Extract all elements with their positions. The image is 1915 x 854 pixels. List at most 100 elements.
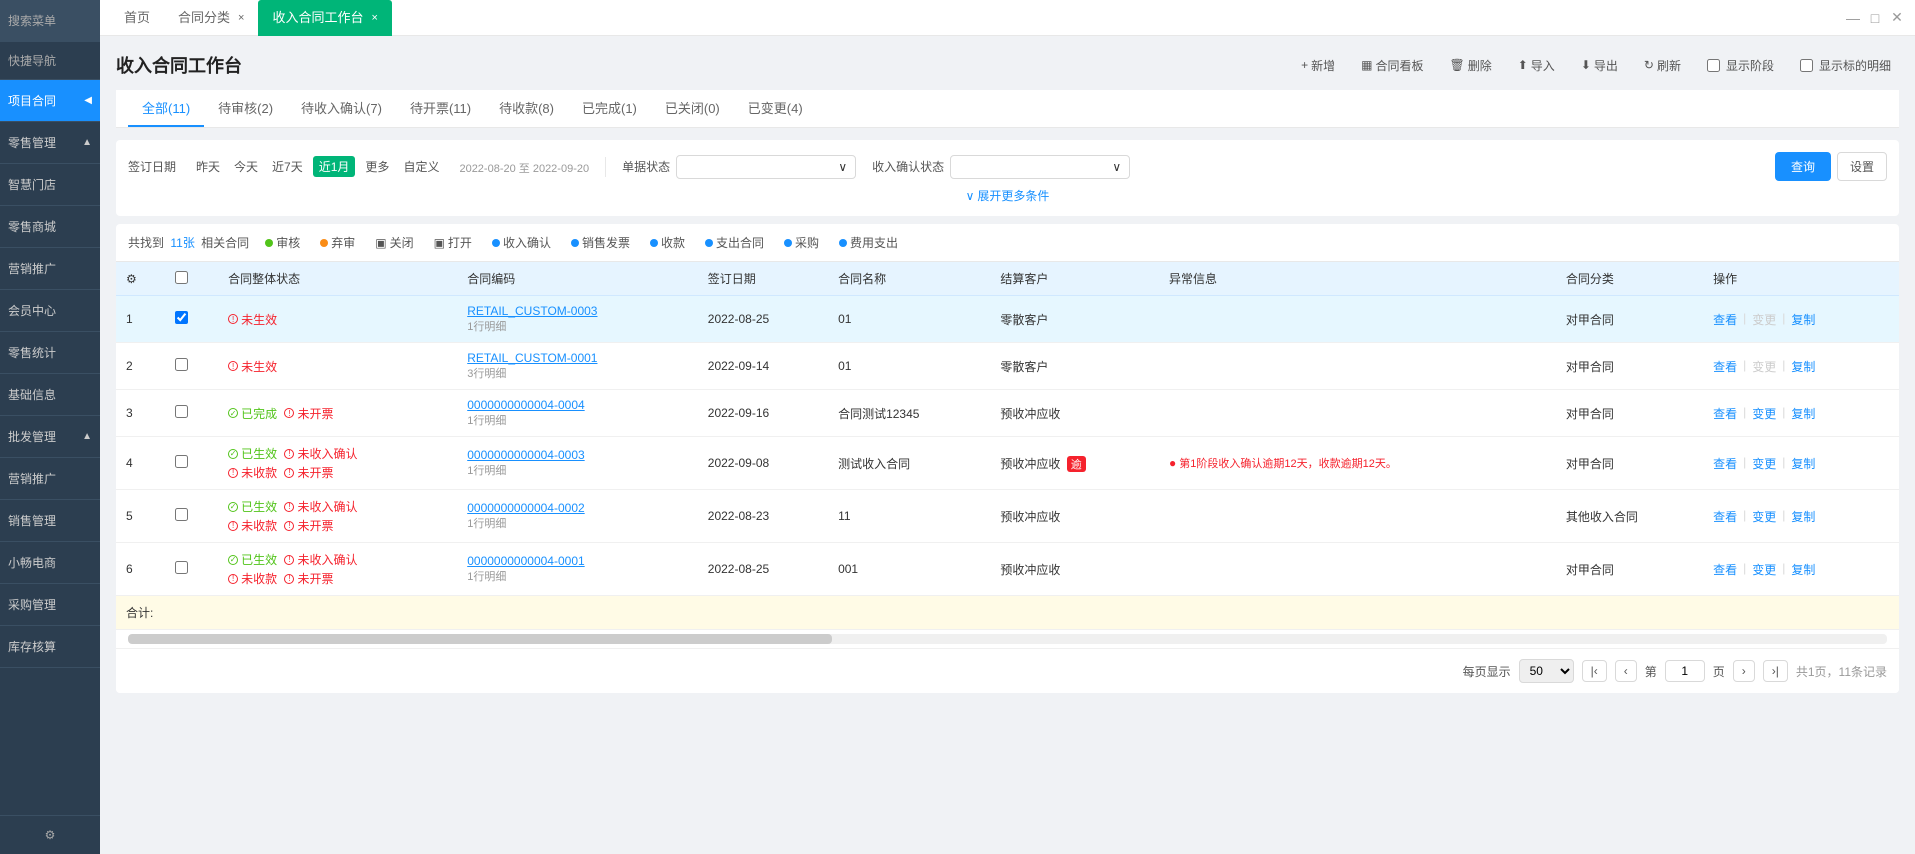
tab-close-income-contract[interactable]: × — [371, 0, 377, 36]
setting-button[interactable]: 设置 — [1837, 152, 1887, 181]
horizontal-scrollbar[interactable] — [128, 634, 1887, 644]
sidebar-item-retail-stats[interactable]: 零售统计 — [0, 332, 100, 374]
sidebar-item-project-contract[interactable]: 项目合同 ◀ — [0, 80, 100, 122]
sidebar-item-marketing2[interactable]: 营销推广 — [0, 458, 100, 500]
filter-tab-all[interactable]: 全部(11) — [128, 90, 204, 127]
row6-change[interactable]: 变更 — [1752, 561, 1776, 578]
delete-button[interactable]: 🗑 删除 — [1441, 53, 1499, 78]
export-button[interactable]: ⬇ 导出 — [1573, 53, 1626, 78]
shortcut-7days[interactable]: 近7天 — [268, 156, 307, 177]
toolbar-expense[interactable]: 费用支出 — [833, 232, 904, 253]
receipt-status-select[interactable]: ∨ — [950, 155, 1130, 179]
row4-copy[interactable]: 复制 — [1791, 455, 1815, 472]
row5-checkbox[interactable] — [165, 490, 218, 543]
show-stage-checkbox[interactable]: 显示阶段 — [1699, 53, 1782, 78]
toolbar-audit[interactable]: 审核 — [259, 232, 306, 253]
row3-change[interactable]: 变更 — [1752, 405, 1776, 422]
toolbar-sales-invoice[interactable]: 销售发票 — [565, 232, 636, 253]
row6-view[interactable]: 查看 — [1713, 561, 1737, 578]
contract-link-3[interactable]: 0000000000004-0004 — [467, 398, 584, 412]
toolbar-close[interactable]: ▣ 关闭 — [369, 232, 419, 253]
row6-checkbox[interactable] — [165, 543, 218, 596]
page-input[interactable] — [1665, 660, 1705, 682]
shortcut-more[interactable]: 更多 — [361, 156, 393, 177]
prev-page-button[interactable]: ‹ — [1615, 660, 1637, 682]
sidebar-item-inventory[interactable]: 库存核算 — [0, 626, 100, 668]
first-page-button[interactable]: |‹ — [1582, 660, 1607, 682]
toolbar-purchase[interactable]: 采购 — [778, 232, 825, 253]
col-settings[interactable]: ⚙ — [116, 262, 165, 296]
per-page-select[interactable]: 50 10 20 100 — [1519, 659, 1574, 683]
minimize-button[interactable]: — — [1845, 10, 1861, 26]
row1-checkbox[interactable] — [165, 296, 218, 343]
filter-tab-completed[interactable]: 已完成(1) — [568, 90, 651, 127]
sidebar-item-purchase[interactable]: 采购管理 — [0, 584, 100, 626]
sidebar-item-basic-info[interactable]: 基础信息 — [0, 374, 100, 416]
sidebar-item-wholesale[interactable]: 批发管理 ▲ — [0, 416, 100, 458]
query-button[interactable]: 查询 — [1775, 152, 1831, 181]
expand-button[interactable]: ∨ 展开更多条件 — [966, 187, 1050, 204]
sidebar-search[interactable]: 搜索菜单 — [0, 0, 100, 42]
row1-change[interactable]: 变更 — [1752, 311, 1776, 328]
sidebar-nav[interactable]: 快捷导航 — [0, 42, 100, 80]
tab-contract-category[interactable]: 合同分类 × — [164, 0, 258, 36]
filter-tab-pending-review[interactable]: 待审核(2) — [204, 90, 287, 127]
toolbar-abandon-audit[interactable]: 弃审 — [314, 232, 361, 253]
last-page-button[interactable]: ›| — [1763, 660, 1788, 682]
row1-view[interactable]: 查看 — [1713, 311, 1737, 328]
toolbar-open[interactable]: ▣ 打开 — [428, 232, 478, 253]
toolbar-expenditure-contract[interactable]: 支出合同 — [699, 232, 770, 253]
toolbar-collection[interactable]: 收款 — [644, 232, 691, 253]
row4-view[interactable]: 查看 — [1713, 455, 1737, 472]
sidebar-item-member[interactable]: 会员中心 — [0, 290, 100, 332]
sidebar-item-retail-mgmt[interactable]: 零售管理 ▲ — [0, 122, 100, 164]
row5-copy[interactable]: 复制 — [1791, 508, 1815, 525]
shortcut-1month[interactable]: 近1月 — [313, 156, 356, 177]
row2-checkbox[interactable] — [165, 343, 218, 390]
row3-checkbox[interactable] — [165, 390, 218, 437]
sidebar-item-sales[interactable]: 销售管理 — [0, 500, 100, 542]
row5-view[interactable]: 查看 — [1713, 508, 1737, 525]
filter-tab-pending-confirm[interactable]: 待收入确认(7) — [287, 90, 396, 127]
row2-copy[interactable]: 复制 — [1791, 358, 1815, 375]
shortcut-yesterday[interactable]: 昨天 — [192, 156, 224, 177]
tab-close-contract-category[interactable]: × — [238, 0, 244, 36]
sidebar-item-retail-mall[interactable]: 零售商城 — [0, 206, 100, 248]
next-page-button[interactable]: › — [1733, 660, 1755, 682]
add-button[interactable]: + 新增 — [1293, 53, 1343, 78]
row6-copy[interactable]: 复制 — [1791, 561, 1815, 578]
row3-view[interactable]: 查看 — [1713, 405, 1737, 422]
row3-copy[interactable]: 复制 — [1791, 405, 1815, 422]
sidebar-item-marketing[interactable]: 营销推广 — [0, 248, 100, 290]
filter-tab-changed[interactable]: 已变更(4) — [734, 90, 817, 127]
col-checkbox[interactable] — [165, 262, 218, 296]
maximize-button[interactable]: □ — [1867, 10, 1883, 26]
filter-tab-closed[interactable]: 已关闭(0) — [651, 90, 734, 127]
row2-change[interactable]: 变更 — [1752, 358, 1776, 375]
tab-home[interactable]: 首页 — [110, 0, 164, 36]
shortcut-custom[interactable]: 自定义 — [399, 156, 443, 177]
row5-change[interactable]: 变更 — [1752, 508, 1776, 525]
row4-change[interactable]: 变更 — [1752, 455, 1776, 472]
contract-link-6[interactable]: 0000000000004-0001 — [467, 554, 584, 568]
board-button[interactable]: ▦ 合同看板 — [1353, 53, 1431, 78]
sidebar-item-ecommerce[interactable]: 小畅电商 — [0, 542, 100, 584]
filter-tab-pending-invoice[interactable]: 待开票(11) — [396, 90, 485, 127]
row1-copy[interactable]: 复制 — [1791, 311, 1815, 328]
refresh-button[interactable]: ↻ 刷新 — [1636, 53, 1689, 78]
contract-link-4[interactable]: 0000000000004-0003 — [467, 448, 584, 462]
row4-checkbox[interactable] — [165, 437, 218, 490]
contract-link-1[interactable]: RETAIL_CUSTOM-0003 — [467, 304, 597, 318]
doc-status-select[interactable]: ∨ — [676, 155, 856, 179]
tab-income-contract[interactable]: 收入合同工作台 × — [258, 0, 391, 36]
contract-link-2[interactable]: RETAIL_CUSTOM-0001 — [467, 351, 597, 365]
sidebar-settings[interactable]: ⚙ — [0, 815, 100, 854]
import-button[interactable]: ⬆ 导入 — [1510, 53, 1563, 78]
sidebar-item-smart-store[interactable]: 智慧门店 — [0, 164, 100, 206]
filter-tab-pending-payment[interactable]: 待收款(8) — [485, 90, 568, 127]
shortcut-today[interactable]: 今天 — [230, 156, 262, 177]
close-button[interactable]: ✕ — [1889, 10, 1905, 26]
row2-view[interactable]: 查看 — [1713, 358, 1737, 375]
show-detail-checkbox[interactable]: 显示标的明细 — [1792, 53, 1899, 78]
contract-link-5[interactable]: 0000000000004-0002 — [467, 501, 584, 515]
